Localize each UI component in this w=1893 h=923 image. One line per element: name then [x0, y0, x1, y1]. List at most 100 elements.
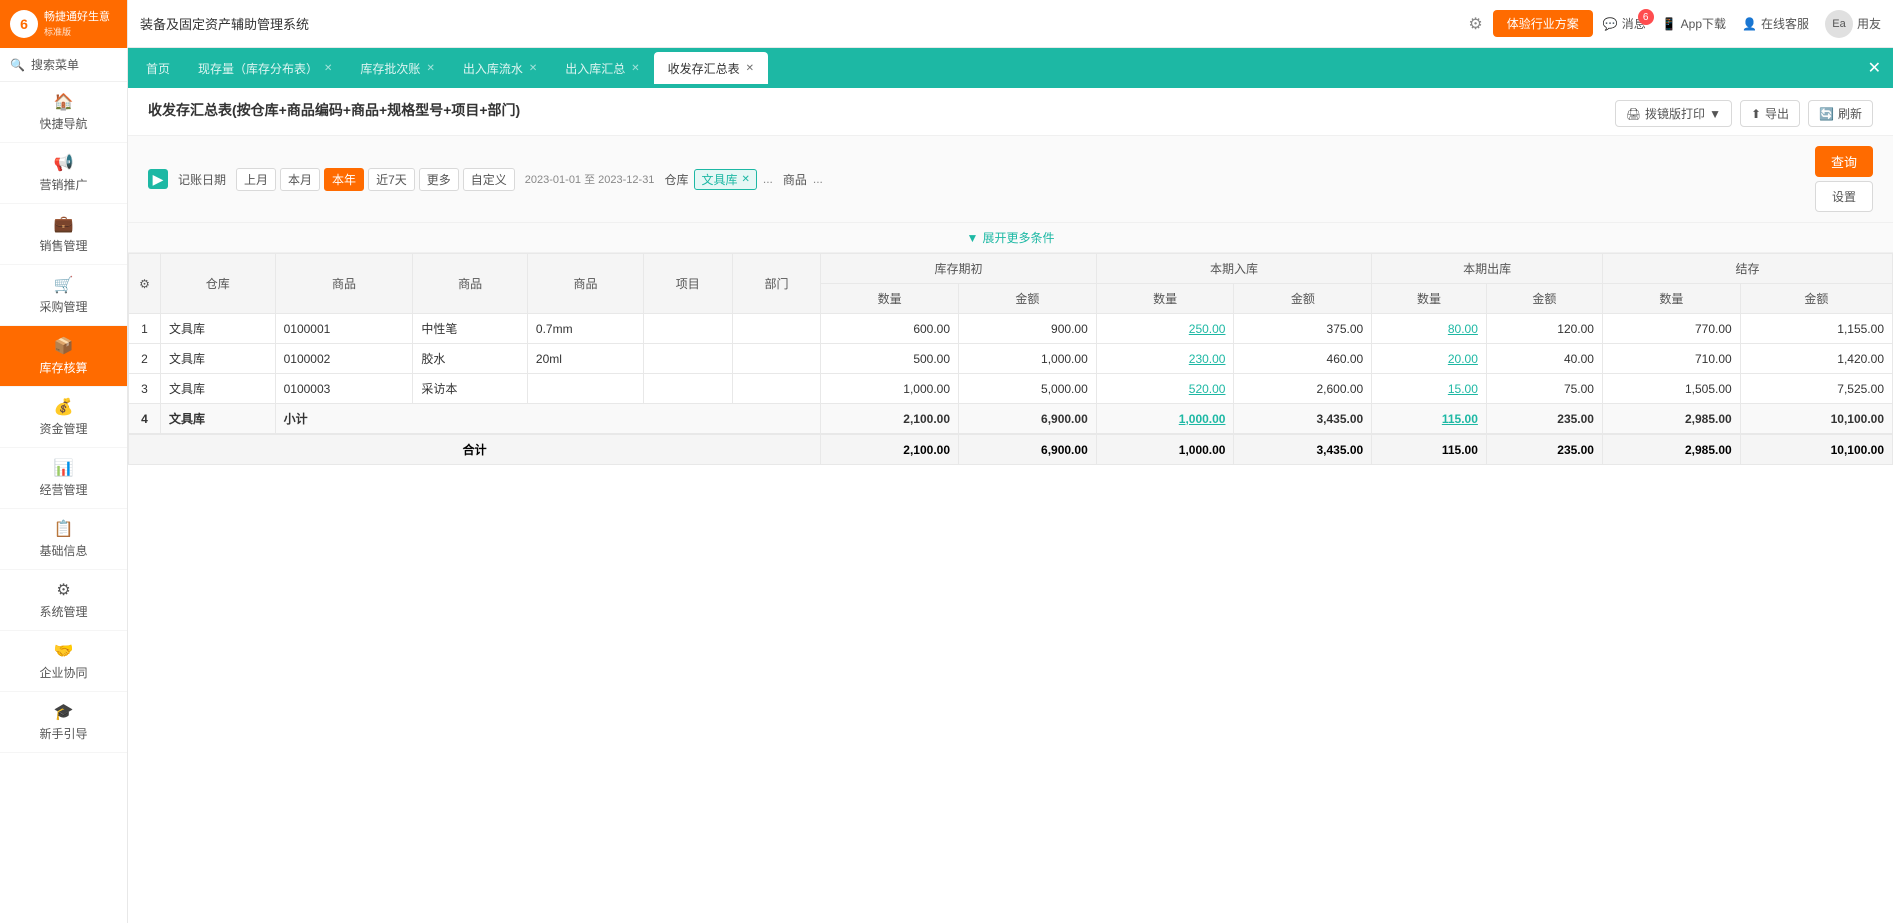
- refresh-btn[interactable]: 🔄 刷新: [1808, 100, 1873, 127]
- sidebar-item-operations[interactable]: 📊 经营管理: [0, 448, 127, 509]
- col-settings-header[interactable]: ⚙: [129, 254, 161, 314]
- col-in-amount-header: 金额: [1234, 284, 1372, 314]
- row1-in-qty[interactable]: 250.00: [1096, 314, 1234, 344]
- logo-icon: 6: [10, 10, 38, 38]
- tabbar-close-btn[interactable]: ✕: [1860, 54, 1889, 82]
- table-settings-btn[interactable]: 设置: [1815, 181, 1873, 212]
- online-service-btn[interactable]: 👤 在线客服: [1742, 15, 1809, 32]
- subtotal-out-qty[interactable]: 115.00: [1372, 404, 1487, 435]
- col-in-qty-header: 数量: [1096, 284, 1234, 314]
- system-icon: ⚙: [56, 580, 70, 600]
- date-btn-7days[interactable]: 近7天: [368, 168, 415, 191]
- tab-home[interactable]: 首页: [132, 52, 184, 84]
- row1-out-qty[interactable]: 80.00: [1372, 314, 1487, 344]
- date-btn-this-month[interactable]: 本月: [280, 168, 320, 191]
- date-btn-more[interactable]: 更多: [419, 168, 459, 191]
- total-out-qty: 115.00: [1372, 434, 1487, 465]
- app-download-btn[interactable]: 📱 App下载: [1662, 15, 1726, 32]
- row2-in-qty[interactable]: 230.00: [1096, 344, 1234, 374]
- row2-department: [732, 344, 821, 374]
- sidebar-logo: 6 畅捷通好生意 标准版: [0, 0, 127, 48]
- subtotal-balance-amount: 10,100.00: [1740, 404, 1892, 435]
- operations-label: 经营管理: [39, 481, 87, 498]
- col-opening-group-header: 库存期初: [821, 254, 1096, 284]
- tab-in-out-flow[interactable]: 出入库流水 ✕: [449, 52, 551, 84]
- subtotal-in-qty[interactable]: 1,000.00: [1096, 404, 1234, 435]
- basic-info-label: 基础信息: [39, 542, 87, 559]
- expand-conditions-btn[interactable]: ▼ 展开更多条件: [967, 229, 1055, 246]
- warehouse-tag[interactable]: 文具库 ✕: [694, 169, 756, 190]
- experience-btn[interactable]: 体验行业方案: [1493, 10, 1593, 37]
- sidebar-item-marketing[interactable]: 📢 营销推广: [0, 143, 127, 204]
- tab-batch[interactable]: 库存批次账 ✕: [346, 52, 448, 84]
- tab-close-inventory-distribution[interactable]: ✕: [324, 63, 332, 74]
- expand-icon: ▼: [967, 231, 979, 245]
- print-btn[interactable]: 🖨 拨镜版打印 ▼: [1615, 100, 1732, 127]
- sidebar-item-finance[interactable]: 💰 资金管理: [0, 387, 127, 448]
- sidebar-item-purchase[interactable]: 🛒 采购管理: [0, 265, 127, 326]
- sidebar-item-guide[interactable]: 🎓 新手引导: [0, 692, 127, 753]
- subtotal-seq: 4: [129, 404, 161, 435]
- tab-inventory-distribution[interactable]: 现存量（库存分布表） ✕: [184, 52, 346, 84]
- row2-warehouse: 文具库: [161, 344, 276, 374]
- row3-balance-qty: 1,505.00: [1602, 374, 1740, 404]
- date-btn-this-year[interactable]: 本年: [324, 168, 364, 191]
- export-btn[interactable]: ⬆ 导出: [1740, 100, 1800, 127]
- sidebar-item-system[interactable]: ⚙ 系统管理: [0, 570, 127, 631]
- row3-out-amount: 75.00: [1486, 374, 1602, 404]
- col-product-name-header: 商品: [413, 254, 528, 314]
- content-area: 收发存汇总表(按仓库+商品编码+商品+规格型号+项目+部门) 🖨 拨镜版打印 ▼…: [128, 88, 1893, 923]
- operations-icon: 📊: [54, 458, 74, 478]
- system-title: 装备及固定资产辅助管理系统: [140, 14, 1458, 33]
- row3-in-qty[interactable]: 520.00: [1096, 374, 1234, 404]
- row2-opening-qty: 500.00: [821, 344, 959, 374]
- total-out-amount: 235.00: [1486, 434, 1602, 465]
- warehouse-tag-close[interactable]: ✕: [741, 174, 749, 185]
- warehouse-more-btn[interactable]: ...: [763, 172, 773, 186]
- table-row: 1 文具库 0100001 中性笔 0.7mm 600.00 900.00 25…: [129, 314, 1893, 344]
- filter-toggle-btn[interactable]: ▶: [148, 169, 168, 189]
- sidebar-item-basic-info[interactable]: 📋 基础信息: [0, 509, 127, 570]
- sidebar-item-enterprise[interactable]: 🤝 企业协同: [0, 631, 127, 692]
- row1-project: [643, 314, 732, 344]
- tab-close-in-out-flow[interactable]: ✕: [529, 63, 537, 74]
- col-in-group-header: 本期入库: [1096, 254, 1371, 284]
- row3-out-qty[interactable]: 15.00: [1372, 374, 1487, 404]
- basic-info-icon: 📋: [54, 519, 74, 539]
- row3-balance-amount: 7,525.00: [1740, 374, 1892, 404]
- user-btn[interactable]: Ea 用友: [1825, 10, 1881, 38]
- tab-in-out-summary[interactable]: 出入库汇总 ✕: [551, 52, 653, 84]
- subtotal-balance-qty: 2,985.00: [1602, 404, 1740, 435]
- search-icon: 🔍: [10, 58, 25, 72]
- query-btn[interactable]: 查询: [1815, 146, 1873, 177]
- notifications-btn[interactable]: 💬 消息 6: [1603, 15, 1646, 32]
- tab-close-in-out-summary[interactable]: ✕: [631, 63, 639, 74]
- tab-receivable-summary[interactable]: 收发存汇总表 ✕: [654, 52, 768, 84]
- product-more-btn[interactable]: ...: [813, 172, 823, 186]
- row2-out-amount: 40.00: [1486, 344, 1602, 374]
- purchase-label: 采购管理: [39, 298, 87, 315]
- settings-icon[interactable]: ⚙: [1468, 14, 1482, 34]
- col-product-spec-header: 商品: [527, 254, 643, 314]
- tab-close-batch[interactable]: ✕: [426, 63, 434, 74]
- sidebar-item-quick-nav[interactable]: 🏠 快捷导航: [0, 82, 127, 143]
- tab-close-receivable-summary[interactable]: ✕: [746, 63, 754, 74]
- date-btn-custom[interactable]: 自定义: [463, 168, 515, 191]
- sidebar-item-sales[interactable]: 💼 销售管理: [0, 204, 127, 265]
- total-in-qty: 1,000.00: [1096, 434, 1234, 465]
- subtotal-out-amount: 235.00: [1486, 404, 1602, 435]
- subtotal-opening-amount: 6,900.00: [959, 404, 1097, 435]
- row1-seq: 1: [129, 314, 161, 344]
- sidebar-search[interactable]: 🔍 搜索菜单: [0, 48, 127, 82]
- row2-out-qty[interactable]: 20.00: [1372, 344, 1487, 374]
- row2-product-spec: 20ml: [527, 344, 643, 374]
- logo-badge: 标准版: [44, 25, 110, 38]
- row3-opening-qty: 1,000.00: [821, 374, 959, 404]
- date-btn-last-month[interactable]: 上月: [236, 168, 276, 191]
- sidebar-item-inventory[interactable]: 📦 库存核算: [0, 326, 127, 387]
- row1-balance-amount: 1,155.00: [1740, 314, 1892, 344]
- logo-text: 畅捷通好生意: [44, 10, 110, 24]
- inventory-label: 库存核算: [39, 359, 87, 376]
- export-icon: ⬆: [1751, 107, 1761, 121]
- col-balance-qty-header: 数量: [1602, 284, 1740, 314]
